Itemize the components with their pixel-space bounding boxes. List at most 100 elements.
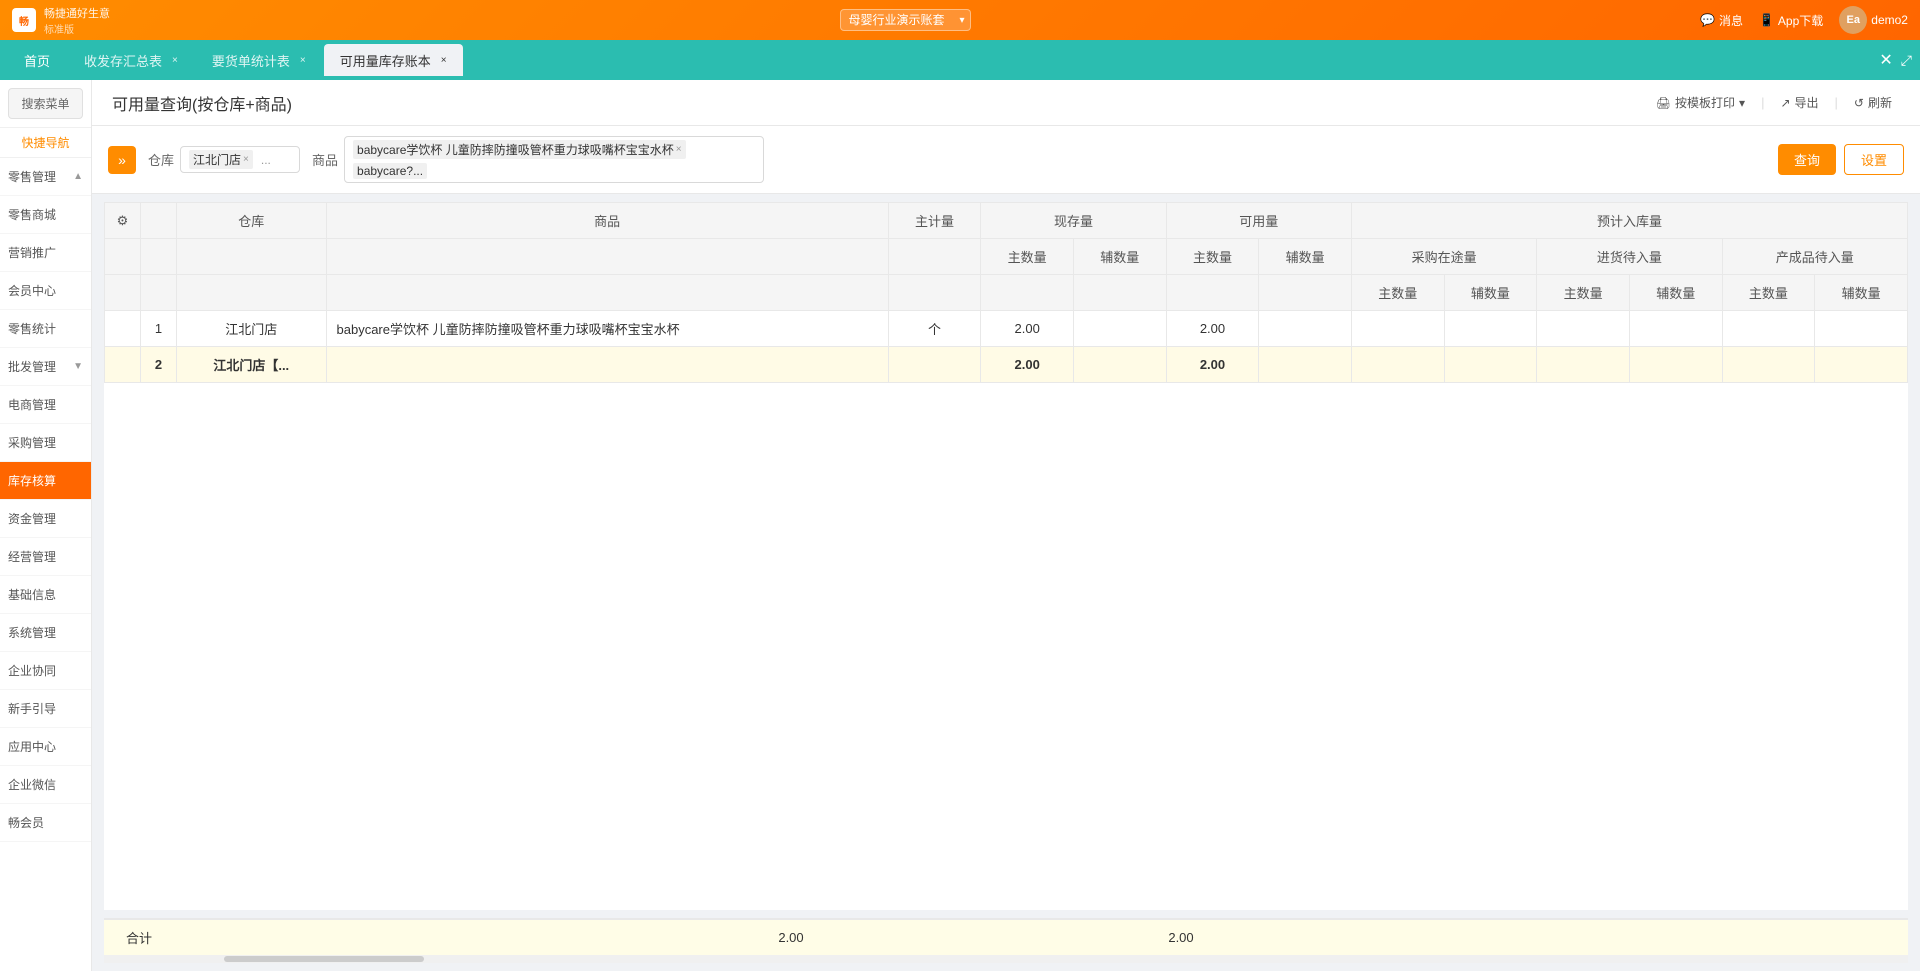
filter-bar: » 仓库 江北门店 × ... 商品 babycare学饮杯 儿童防摔防撞吸管杯…: [92, 126, 1920, 194]
cell-pur-aux: [1444, 347, 1537, 383]
app-info: 畅捷通好生意 标准版: [44, 5, 110, 36]
expand-icon: »: [118, 152, 126, 168]
th-unit: 主计量: [888, 203, 981, 239]
th-sub2-cur-main: [981, 275, 1074, 311]
sidebar-item-retail-mall[interactable]: 零售商城: [0, 196, 91, 234]
th-estimated: 预计入库量: [1351, 203, 1907, 239]
footer-available-main: 2.00: [1026, 930, 1336, 945]
settings-btn[interactable]: 设置: [1844, 144, 1904, 175]
chevron-down-icon: ▼: [73, 361, 83, 372]
th-sub2-fin-main: 主数量: [1722, 275, 1815, 311]
page-title: 可用量查询(按仓库+商品): [112, 91, 292, 115]
cell-settings: [105, 311, 141, 347]
main-layout: 搜索菜单 快捷导航 零售管理 ▲ 零售商城 营销推广 会员中心 零售统计 批发管…: [0, 80, 1920, 971]
tab-available[interactable]: 可用量库存账本 ×: [324, 44, 463, 76]
cell-no: 2: [141, 347, 177, 383]
sidebar-item-newbie[interactable]: 新手引导: [0, 690, 91, 728]
cell-warehouse: 江北门店【...: [177, 347, 327, 383]
product-filter-label: 商品: [312, 150, 338, 169]
quick-nav[interactable]: 快捷导航: [0, 128, 91, 158]
tab-receipts-close[interactable]: ×: [172, 55, 178, 66]
message-btn[interactable]: 💬 消息: [1700, 12, 1743, 29]
sidebar-item-retail-mgmt[interactable]: 零售管理 ▲: [0, 158, 91, 196]
product-filter-field[interactable]: babycare学饮杯 儿童防摔防撞吸管杯重力球吸嘴杯宝宝水杯 × babyca…: [344, 136, 764, 183]
tab-home[interactable]: 首页: [8, 44, 66, 76]
top-bar-left: 畅 畅捷通好生意 标准版: [12, 5, 110, 36]
nav-tabs-right: ✕ ⤢: [1879, 50, 1912, 70]
th-sub2-warehouse: [177, 275, 327, 311]
sidebar-item-marketing[interactable]: 营销推广: [0, 234, 91, 272]
export-btn[interactable]: ↗ 导出: [1772, 90, 1826, 115]
th-sub2-settings: [105, 275, 141, 311]
tenant-selector-wrapper[interactable]: 母婴行业演示账套: [840, 9, 971, 31]
th-sub2-pur-aux: 辅数量: [1444, 275, 1537, 311]
search-menu-btn[interactable]: 搜索菜单: [8, 88, 83, 119]
product-tag1-remove[interactable]: ×: [676, 144, 682, 155]
th-sub2-avail-main: [1166, 275, 1259, 311]
tab-orders[interactable]: 要货单统计表 ×: [196, 44, 322, 76]
scrollbar-track[interactable]: [104, 955, 1908, 963]
table-row: 2江北门店【...2.002.00: [105, 347, 1908, 383]
tab-available-close[interactable]: ×: [441, 55, 447, 66]
warehouse-tag-remove[interactable]: ×: [243, 154, 249, 165]
filter-actions: 查询 设置: [1778, 144, 1904, 175]
sidebar-item-appstore[interactable]: 应用中心: [0, 728, 91, 766]
top-bar: 畅 畅捷通好生意 标准版 母婴行业演示账套 💬 消息 📱 App下载 Ea de…: [0, 0, 1920, 40]
cell-pur-aux: [1444, 311, 1537, 347]
th-sub2-fin-aux: 辅数量: [1815, 275, 1908, 311]
filter-expand-btn[interactable]: »: [108, 146, 136, 174]
cell-product: babycare学饮杯 儿童防摔防撞吸管杯重力球吸嘴杯宝宝水杯: [326, 311, 888, 347]
cell-cur-main: 2.00: [981, 347, 1074, 383]
sidebar-search[interactable]: 搜索菜单: [0, 80, 91, 128]
th-sub-cur-aux: 辅数量: [1073, 239, 1166, 275]
sidebar-item-retail-stats[interactable]: 零售统计: [0, 310, 91, 348]
sidebar-item-inventory[interactable]: 库存核算: [0, 462, 91, 500]
export-icon: ↗: [1780, 96, 1790, 110]
sidebar-item-finance[interactable]: 资金管理: [0, 500, 91, 538]
product-filter-tag1[interactable]: babycare学饮杯 儿童防摔防撞吸管杯重力球吸嘴杯宝宝水杯 ×: [353, 140, 686, 159]
user-menu[interactable]: Ea demo2: [1839, 6, 1908, 34]
sidebar-item-wechat[interactable]: 企业微信: [0, 766, 91, 804]
warehouse-filter-tag[interactable]: 江北门店 ×: [189, 150, 253, 169]
sidebar-item-member[interactable]: 会员中心: [0, 272, 91, 310]
th-sub-avail-aux: 辅数量: [1259, 239, 1352, 275]
cell-unit: 个: [888, 311, 981, 347]
sidebar-item-ecommerce[interactable]: 电商管理: [0, 386, 91, 424]
sidebar-item-basics[interactable]: 基础信息: [0, 576, 91, 614]
th-sub-avail-main: 主数量: [1166, 239, 1259, 275]
warehouse-filter-dots[interactable]: ...: [257, 153, 275, 167]
th-settings[interactable]: ⚙: [105, 203, 141, 239]
print-btn[interactable]: 🖨 按模板打印 ▾: [1648, 90, 1753, 115]
tab-receipts[interactable]: 收发存汇总表 ×: [68, 44, 194, 76]
cell-fin-aux: [1815, 347, 1908, 383]
app-logo: 畅: [12, 8, 36, 32]
sidebar-item-system[interactable]: 系统管理: [0, 614, 91, 652]
product-filter-group: 商品 babycare学饮杯 儿童防摔防撞吸管杯重力球吸嘴杯宝宝水杯 × bab…: [312, 136, 764, 183]
window-close-btn[interactable]: ✕: [1879, 50, 1892, 70]
sidebar-item-wholesale[interactable]: 批发管理 ▼: [0, 348, 91, 386]
sidebar-item-vip[interactable]: 畅会员: [0, 804, 91, 842]
app-download-btn[interactable]: 📱 App下载: [1759, 12, 1823, 29]
th-product: 商品: [326, 203, 888, 239]
cell-fin-main: [1722, 347, 1815, 383]
cell-unit: [888, 347, 981, 383]
tenant-select[interactable]: 母婴行业演示账套: [840, 9, 971, 31]
quick-nav-link[interactable]: 快捷导航: [21, 136, 69, 150]
refresh-btn[interactable]: ↺ 刷新: [1846, 90, 1900, 115]
tenant-wrapper: 母婴行业演示账套: [840, 9, 971, 31]
cell-cur-aux: [1073, 311, 1166, 347]
th-sub2-product: [326, 275, 888, 311]
window-expand-btn[interactable]: ⤢: [1901, 52, 1912, 69]
query-btn[interactable]: 查询: [1778, 144, 1836, 175]
sidebar-item-collab[interactable]: 企业协同: [0, 652, 91, 690]
app-title: 畅捷通好生意: [44, 5, 110, 21]
warehouse-filter-field[interactable]: 江北门店 × ...: [180, 146, 300, 173]
scrollbar-thumb[interactable]: [224, 956, 424, 962]
tab-orders-close[interactable]: ×: [300, 55, 306, 66]
product-filter-tag2[interactable]: babycare?...: [353, 163, 427, 179]
sidebar-item-operations[interactable]: 经营管理: [0, 538, 91, 576]
th-finished-pending: 产成品待入量: [1722, 239, 1907, 275]
sidebar-item-purchase[interactable]: 采购管理: [0, 424, 91, 462]
th-sub2-goods-main: 主数量: [1537, 275, 1630, 311]
chevron-up-icon: ▲: [73, 171, 83, 182]
